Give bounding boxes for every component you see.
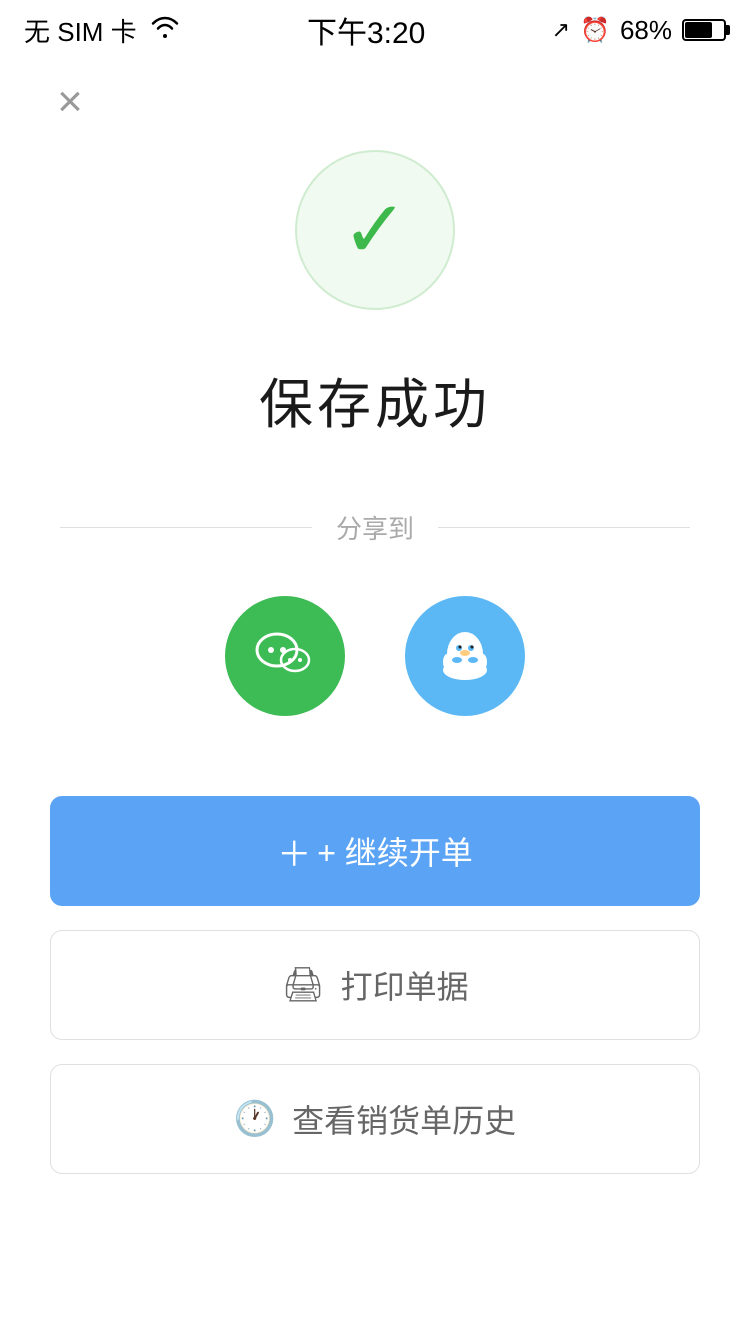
wifi-icon — [149, 15, 181, 46]
continue-label: + 继续开单 — [317, 828, 473, 874]
plus-icon: ＋ — [277, 827, 311, 876]
close-icon: × — [57, 80, 83, 124]
print-label: 打印单据 — [341, 962, 469, 1008]
share-icons-row — [225, 596, 525, 716]
battery-icon — [682, 19, 726, 41]
divider-left — [60, 527, 312, 528]
main-content: ✓ 保存成功 分享到 — [0, 60, 750, 1174]
alarm-icon: ⏰ — [580, 16, 610, 45]
status-time: 下午3:20 — [307, 8, 425, 52]
wechat-icon — [253, 628, 317, 684]
status-right: ↗ ⏰ 68% — [552, 15, 726, 46]
action-buttons: ＋ + 继续开单 🖨 打印单据 🕐 查看销货单历史 — [0, 796, 750, 1174]
wechat-share-button[interactable] — [225, 596, 345, 716]
clock-icon: 🕐 — [234, 1099, 276, 1139]
print-button[interactable]: 🖨 打印单据 — [50, 930, 700, 1040]
location-icon: ↗ — [552, 17, 570, 43]
battery-percent: 68% — [620, 15, 672, 46]
status-bar: 无 SIM 卡 下午3:20 ↗ ⏰ 68% — [0, 0, 750, 60]
success-title: 保存成功 — [259, 360, 491, 439]
no-sim-text: 无 SIM 卡 — [24, 12, 137, 49]
history-button[interactable]: 🕐 查看销货单历史 — [50, 1064, 700, 1174]
qq-icon — [433, 624, 497, 688]
continue-button[interactable]: ＋ + 继续开单 — [50, 796, 700, 906]
status-left: 无 SIM 卡 — [24, 12, 181, 49]
qq-share-button[interactable] — [405, 596, 525, 716]
success-icon-circle: ✓ — [295, 150, 455, 310]
close-button[interactable]: × — [40, 72, 100, 132]
history-label: 查看销货单历史 — [292, 1096, 516, 1142]
share-section: 分享到 — [0, 509, 750, 716]
divider-right — [438, 527, 690, 528]
divider-row: 分享到 — [0, 509, 750, 546]
share-label: 分享到 — [312, 509, 438, 546]
printer-icon: 🖨 — [281, 965, 324, 1005]
checkmark-icon: ✓ — [341, 190, 408, 270]
